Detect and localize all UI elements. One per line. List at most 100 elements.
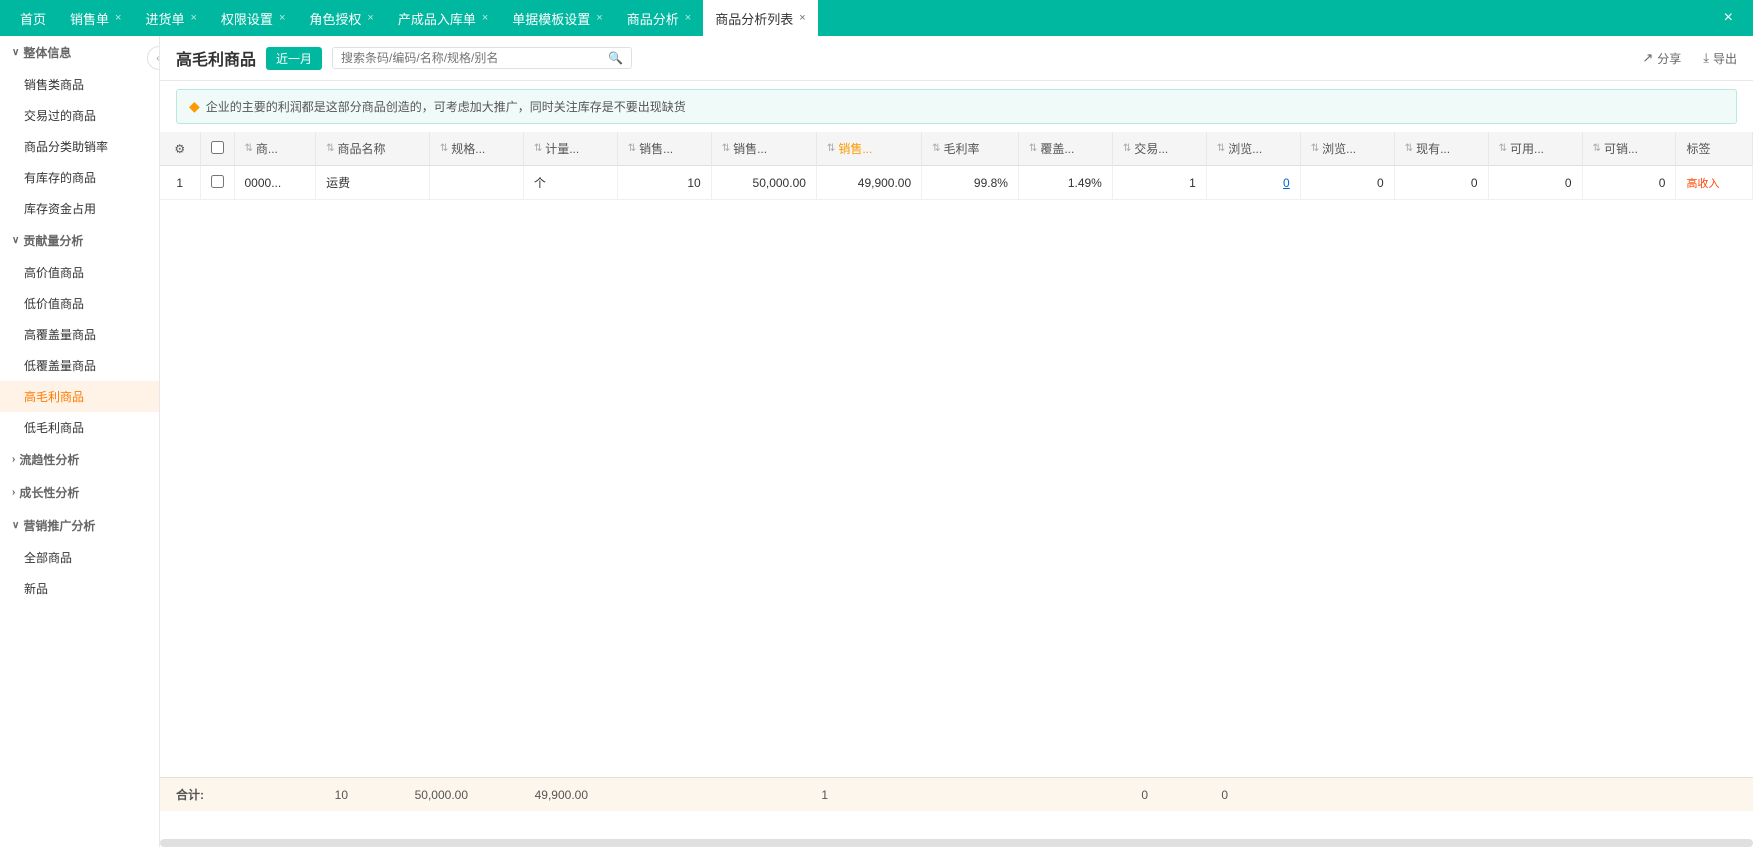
nav-role-auth[interactable]: 角色授权 × (297, 0, 385, 36)
sort-transaction-icon[interactable]: ⇅ (1123, 143, 1131, 154)
nav-template-settings[interactable]: 单据模板设置 × (500, 0, 614, 36)
col-header-spec: ⇅规格... (429, 132, 523, 166)
nav-product-analysis[interactable]: 商品分析 × (615, 0, 703, 36)
page-title: 高毛利商品 (176, 46, 256, 70)
share-button[interactable]: ↗ 分享 (1642, 50, 1681, 67)
top-navigation: 首页 销售单 × 进货单 × 权限设置 × 角色授权 × 产成品入库单 × 单据… (0, 0, 1753, 36)
sidebar-group-marketing[interactable]: ∨ 营销推广分析 (0, 509, 159, 542)
export-icon: ⤓ (1703, 50, 1709, 66)
sort-browse2-icon[interactable]: ⇅ (1311, 143, 1319, 154)
cell-spec-0 (429, 166, 523, 200)
close-template-settings[interactable]: × (596, 12, 602, 24)
row-checkbox-0[interactable] (211, 175, 224, 188)
cell-sales-profit-0: 49,900.00 (816, 166, 921, 200)
col-header-unit: ⇅计量... (523, 132, 617, 166)
col-header-checkbox (200, 132, 234, 166)
settings-icon[interactable]: ⚙ (174, 142, 185, 156)
sidebar-item-high-coverage[interactable]: 高覆盖量商品 (0, 319, 159, 350)
close-permission-settings[interactable]: × (279, 12, 285, 24)
cell-available-0: 0 (1488, 166, 1582, 200)
search-icon[interactable]: 🔍 (608, 51, 623, 65)
cell-current-stock-0: 0 (1394, 166, 1488, 200)
nav-home[interactable]: 首页 (8, 0, 58, 36)
main-layout: « ∨ 整体信息 销售类商品 交易过的商品 商品分类助销率 有库存的商品 库存资… (0, 36, 1753, 847)
col-header-name: ⇅商品名称 (316, 132, 430, 166)
col-header-browse1: ⇅浏览... (1206, 132, 1300, 166)
export-button[interactable]: ⤓ 导出 (1703, 50, 1737, 67)
cell-coverage-0: 1.49% (1018, 166, 1112, 200)
col-header-sales-amount: ⇅销售... (711, 132, 816, 166)
sidebar-item-high-value[interactable]: 高价值商品 (0, 257, 159, 288)
sidebar-group-contribution[interactable]: ∨ 贡献量分析 (0, 224, 159, 257)
cell-tag-0: 高收入 (1676, 166, 1753, 200)
sort-gross-rate-icon[interactable]: ⇅ (932, 143, 940, 154)
sort-browse1-icon[interactable]: ⇅ (1217, 143, 1225, 154)
footer-spacer5 (1004, 788, 1084, 802)
footer-transaction: 1 (764, 788, 844, 802)
close-sales-order[interactable]: × (115, 12, 121, 24)
sort-current-stock-icon[interactable]: ⇅ (1405, 143, 1413, 154)
cell-browse1-0[interactable]: 0 (1206, 166, 1300, 200)
sidebar-item-sales-goods[interactable]: 销售类商品 (0, 69, 159, 100)
close-product-analysis[interactable]: × (685, 12, 691, 24)
nav-product-analysis-list[interactable]: 商品分析列表 × (703, 0, 817, 36)
footer-spacer1 (604, 788, 684, 802)
sidebar-group-overall[interactable]: ∨ 整体信息 (0, 36, 159, 69)
sort-available-icon[interactable]: ⇅ (1499, 143, 1507, 154)
footer-available: 0 (1084, 788, 1164, 802)
col-header-sales-qty: ⇅销售... (617, 132, 711, 166)
content-header: 高毛利商品 近一月 🔍 ↗ 分享 ⤓ 导出 (160, 36, 1753, 81)
sidebar-group-flow[interactable]: › 流趋性分析 (0, 443, 159, 476)
sidebar-item-low-value[interactable]: 低价值商品 (0, 288, 159, 319)
close-finished-goods[interactable]: × (482, 12, 488, 24)
content-area: 高毛利商品 近一月 🔍 ↗ 分享 ⤓ 导出 ◆ 企业的主要的利润都是这部分商品创… (160, 36, 1753, 847)
sort-sales-amount-icon[interactable]: ⇅ (722, 143, 730, 154)
nav-purchase-order[interactable]: 进货单 × (133, 0, 208, 36)
sidebar-item-category-assist[interactable]: 商品分类助销率 (0, 131, 159, 162)
close-role-auth[interactable]: × (367, 12, 373, 24)
sidebar-item-traded-goods[interactable]: 交易过的商品 (0, 100, 159, 131)
footer-spacer4 (924, 788, 1004, 802)
sort-sales-profit-icon[interactable]: ⇅ (827, 143, 835, 154)
sidebar-item-high-margin[interactable]: 高毛利商品 (0, 381, 159, 412)
nav-permission-settings[interactable]: 权限设置 × (209, 0, 297, 36)
close-product-analysis-list[interactable]: × (799, 12, 805, 24)
col-header-browse2: ⇅浏览... (1300, 132, 1394, 166)
close-purchase-order[interactable]: × (190, 12, 196, 24)
sidebar-item-low-coverage[interactable]: 低覆盖量商品 (0, 350, 159, 381)
cell-transaction-0: 1 (1112, 166, 1206, 200)
sidebar-item-low-margin[interactable]: 低毛利商品 (0, 412, 159, 443)
footer-sales-amount: 50,000.00 (364, 788, 484, 802)
sidebar-item-stock-capital[interactable]: 库存资金占用 (0, 193, 159, 224)
sort-coverage-icon[interactable]: ⇅ (1029, 143, 1037, 154)
sidebar-item-new-goods[interactable]: 新品 (0, 573, 159, 604)
footer-spacer3 (844, 788, 924, 802)
select-all-checkbox[interactable] (211, 141, 224, 154)
arrow-flow: › (12, 454, 15, 465)
filter-recent-month-button[interactable]: 近一月 (266, 47, 322, 70)
sidebar-item-all-goods[interactable]: 全部商品 (0, 542, 159, 573)
data-table: ⚙ ⇅商... ⇅商品名称 ⇅规格... (160, 132, 1753, 200)
cell-checkbox-0 (200, 166, 234, 200)
col-header-sellable: ⇅可销... (1582, 132, 1676, 166)
footer-sales-qty: 10 (244, 788, 364, 802)
sort-spec-icon[interactable]: ⇅ (440, 143, 448, 154)
sidebar-group-growth[interactable]: › 成长性分析 (0, 476, 159, 509)
col-header-available: ⇅可用... (1488, 132, 1582, 166)
horizontal-scrollbar[interactable] (160, 839, 1753, 847)
table-header-row: ⚙ ⇅商... ⇅商品名称 ⇅规格... (160, 132, 1753, 166)
sort-sales-qty-icon[interactable]: ⇅ (628, 143, 636, 154)
sort-name-icon[interactable]: ⇅ (326, 143, 334, 154)
search-input[interactable] (341, 51, 608, 65)
cell-sales-amount-0: 50,000.00 (711, 166, 816, 200)
sidebar-item-in-stock[interactable]: 有库存的商品 (0, 162, 159, 193)
cell-code-0: 0000... (234, 166, 316, 200)
arrow-marketing: ∨ (12, 520, 19, 531)
sort-code-icon[interactable]: ⇅ (245, 143, 253, 154)
sort-sellable-icon[interactable]: ⇅ (1593, 143, 1601, 154)
nav-sales-order[interactable]: 销售单 × (58, 0, 133, 36)
close-window-button[interactable]: × (1712, 9, 1745, 27)
sort-unit-icon[interactable]: ⇅ (534, 143, 542, 154)
arrow-contribution: ∨ (12, 235, 19, 246)
nav-finished-goods[interactable]: 产成品入库单 × (386, 0, 500, 36)
